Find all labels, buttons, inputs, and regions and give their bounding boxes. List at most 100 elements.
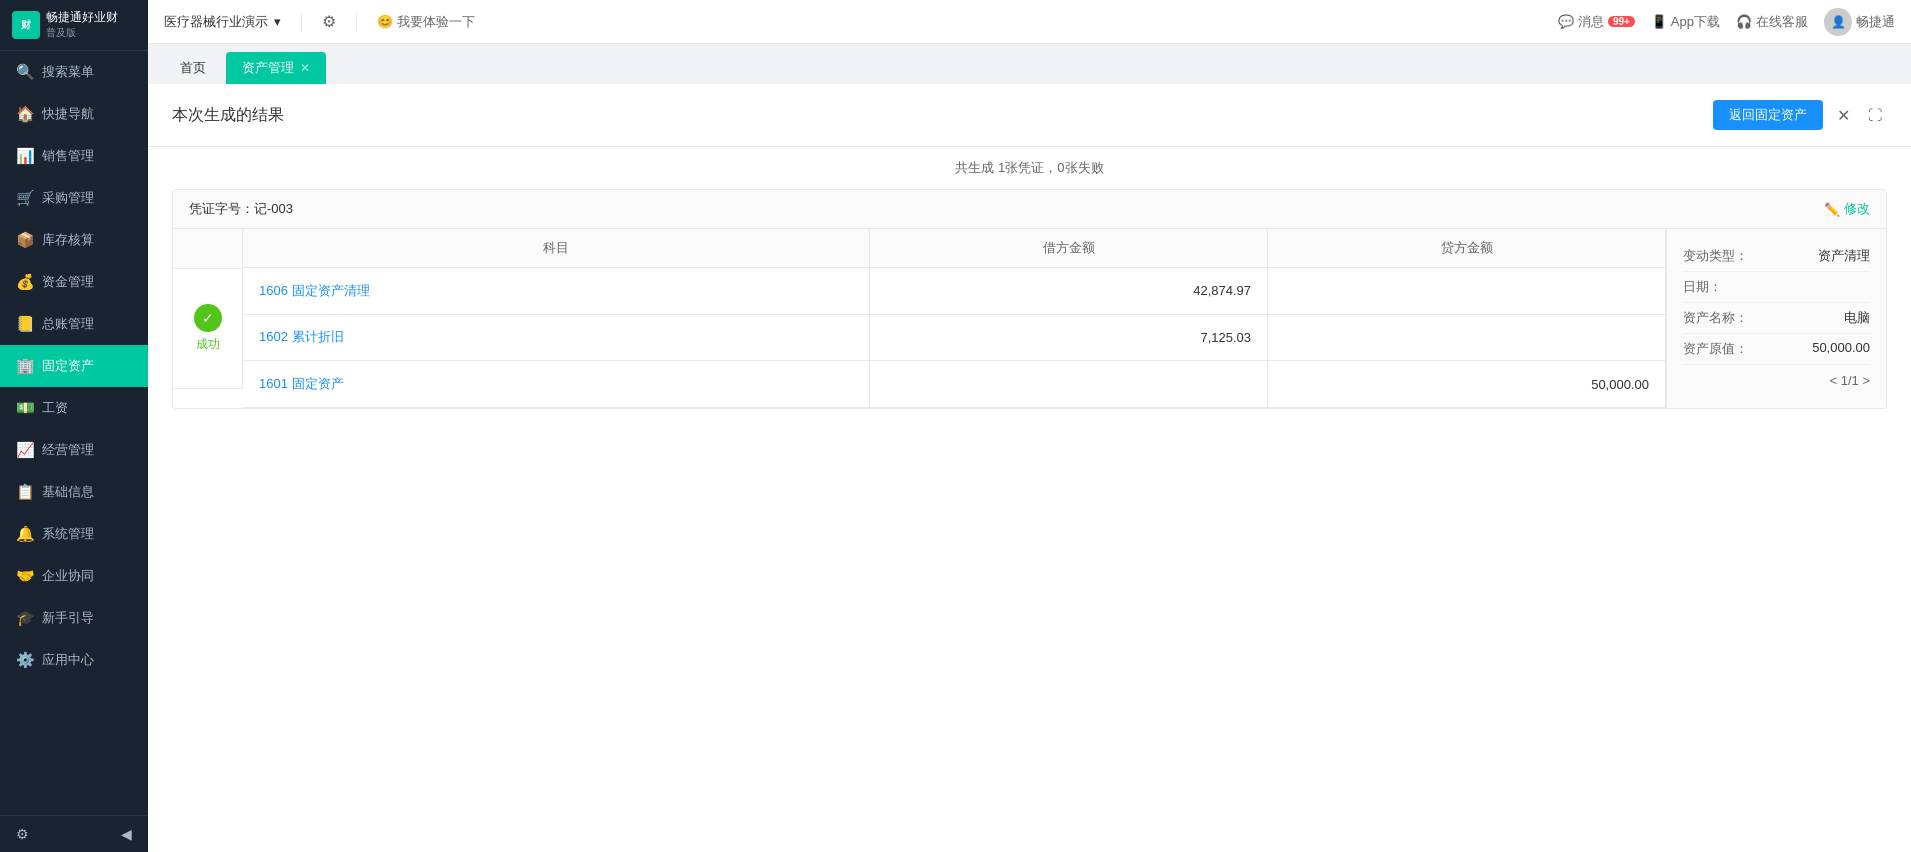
experience-button[interactable]: 😊 我要体验一下: [377, 13, 475, 31]
enterprise-icon: 🤝: [16, 567, 34, 585]
sidebar-item-label: 新手引导: [42, 609, 94, 627]
purchase-icon: 🛒: [16, 189, 34, 207]
summary-line: 共生成 1张凭证，0张失败: [148, 147, 1911, 189]
sidebar-item-label: 快捷导航: [42, 105, 94, 123]
sidebar-item-salary[interactable]: 💵 工资: [0, 387, 148, 429]
sidebar-item-label: 系统管理: [42, 525, 94, 543]
voucher-table: 科目 借方金额 贷方金额 1606 固定资产清理 42,874.97: [243, 229, 1666, 408]
app-name: 畅捷通好业财: [46, 10, 118, 26]
collapse-icon[interactable]: ◀: [121, 826, 132, 842]
sidebar-item-fixed-assets[interactable]: 🏢 固定资产: [0, 345, 148, 387]
sidebar-item-enterprise[interactable]: 🤝 企业协同: [0, 555, 148, 597]
avatar: 👤: [1824, 8, 1852, 36]
sidebar: 财 畅捷通好业财 普及版 🔍 搜索菜单 🏠 快捷导航 📊 销售管理 🛒 采: [0, 0, 148, 852]
asset-value-row: 资产原值： 50,000.00: [1683, 334, 1870, 365]
topbar-right: 💬 消息 99+ 📱 App下载 🎧 在线客服 👤 畅捷通: [1558, 8, 1895, 36]
company-name: 医疗器械行业演示: [164, 13, 268, 31]
status-icon: ✓: [194, 304, 222, 332]
subject-cell[interactable]: 1601 固定资产: [243, 361, 870, 408]
change-type-row: 变动类型： 资产清理: [1683, 241, 1870, 272]
sidebar-item-basic[interactable]: 📋 基础信息: [0, 471, 148, 513]
col-debit: 借方金额: [870, 229, 1268, 268]
ledger-icon: 📒: [16, 315, 34, 333]
tab-asset-management[interactable]: 资产管理 ✕: [226, 52, 326, 84]
credit-cell: 50,000.00: [1268, 361, 1666, 408]
app-edition: 普及版: [46, 26, 118, 40]
tab-close-icon[interactable]: ✕: [300, 61, 310, 75]
sidebar-item-app-center[interactable]: ⚙️ 应用中心: [0, 639, 148, 681]
sidebar-item-label: 经营管理: [42, 441, 94, 459]
sidebar-item-guide[interactable]: 🎓 新手引导: [0, 597, 148, 639]
message-button[interactable]: 💬 消息 99+: [1558, 13, 1635, 31]
sidebar-item-inventory[interactable]: 📦 库存核算: [0, 219, 148, 261]
sidebar-item-label: 企业协同: [42, 567, 94, 585]
debit-cell: 42,874.97: [870, 268, 1268, 315]
sidebar-item-search[interactable]: 🔍 搜索菜单: [0, 51, 148, 93]
debit-cell: 7,125.03: [870, 314, 1268, 361]
service-icon: 🎧: [1736, 14, 1752, 29]
table-row: 1606 固定资产清理 42,874.97: [243, 268, 1666, 315]
sidebar-item-label: 销售管理: [42, 147, 94, 165]
experience-label: 我要体验一下: [397, 13, 475, 31]
expand-button[interactable]: ⛶: [1863, 103, 1887, 127]
operations-icon: 📈: [16, 441, 34, 459]
online-service-label: 在线客服: [1756, 13, 1808, 31]
topbar-divider2: [356, 12, 357, 32]
subject-cell[interactable]: 1602 累计折旧: [243, 314, 870, 361]
topbar-settings-icon[interactable]: ⚙: [322, 12, 336, 31]
status-text: 成功: [196, 336, 220, 353]
sidebar-item-operations[interactable]: 📈 经营管理: [0, 429, 148, 471]
sidebar-item-purchase[interactable]: 🛒 采购管理: [0, 177, 148, 219]
asset-value-value: 50,000.00: [1812, 340, 1870, 358]
change-type-value: 资产清理: [1818, 247, 1870, 265]
tab-home[interactable]: 首页: [164, 52, 222, 84]
date-label: 日期：: [1683, 278, 1722, 296]
asset-name-label: 资产名称：: [1683, 309, 1748, 327]
edit-icon: ✏️: [1824, 202, 1840, 217]
guide-icon: 🎓: [16, 609, 34, 627]
sidebar-item-system[interactable]: 🔔 系统管理: [0, 513, 148, 555]
app-download-button[interactable]: 📱 App下载: [1651, 13, 1720, 31]
side-info-panel: 变动类型： 资产清理 日期： 资产名称： 电脑 资产原值：: [1666, 229, 1886, 408]
dropdown-icon: ▾: [274, 14, 281, 29]
sidebar-item-funds[interactable]: 💰 资金管理: [0, 261, 148, 303]
tabbar: 首页 资产管理 ✕: [148, 44, 1911, 84]
voucher-section: 凭证字号：记-003 ✏️ 修改 ✓ 成功: [172, 189, 1887, 409]
basic-icon: 📋: [16, 483, 34, 501]
sidebar-item-label: 库存核算: [42, 231, 94, 249]
home-icon: 🏠: [16, 105, 34, 123]
logo-icon: 财: [12, 11, 40, 39]
fixed-assets-icon: 🏢: [16, 357, 34, 375]
system-icon: 🔔: [16, 525, 34, 543]
sidebar-item-quicknav[interactable]: 🏠 快捷导航: [0, 93, 148, 135]
company-selector[interactable]: 医疗器械行业演示 ▾: [164, 13, 281, 31]
sidebar-item-label: 固定资产: [42, 357, 94, 375]
credit-cell: [1268, 268, 1666, 315]
result-panel: 本次生成的结果 返回固定资产 ✕ ⛶ 共生成 1张凭证，0张失败 凭证字号：记-…: [148, 84, 1911, 852]
table-row: 1602 累计折旧 7,125.03: [243, 314, 1666, 361]
date-row: 日期：: [1683, 272, 1870, 303]
subject-cell[interactable]: 1606 固定资产清理: [243, 268, 870, 315]
message-badge: 99+: [1608, 16, 1635, 27]
sidebar-item-label: 基础信息: [42, 483, 94, 501]
settings-icon[interactable]: ⚙: [16, 826, 29, 842]
result-title: 本次生成的结果: [172, 105, 284, 126]
funds-icon: 💰: [16, 273, 34, 291]
return-button[interactable]: 返回固定资产: [1713, 100, 1823, 130]
pagination[interactable]: < 1/1 >: [1683, 365, 1870, 396]
user-menu[interactable]: 👤 畅捷通: [1824, 8, 1895, 36]
app-logo: 财 畅捷通好业财 普及版: [0, 0, 148, 51]
message-icon: 💬: [1558, 14, 1574, 29]
sidebar-item-sales[interactable]: 📊 销售管理: [0, 135, 148, 177]
close-button[interactable]: ✕: [1831, 103, 1855, 127]
sidebar-item-label: 工资: [42, 399, 68, 417]
edit-button[interactable]: ✏️ 修改: [1824, 200, 1870, 218]
sidebar-item-ledger[interactable]: 📒 总账管理: [0, 303, 148, 345]
search-icon: 🔍: [16, 63, 34, 81]
sidebar-item-label: 资金管理: [42, 273, 94, 291]
app-download-icon: 📱: [1651, 14, 1667, 29]
debit-cell: [870, 361, 1268, 408]
voucher-number: 凭证字号：记-003: [189, 200, 293, 218]
online-service-button[interactable]: 🎧 在线客服: [1736, 13, 1808, 31]
asset-name-row: 资产名称： 电脑: [1683, 303, 1870, 334]
